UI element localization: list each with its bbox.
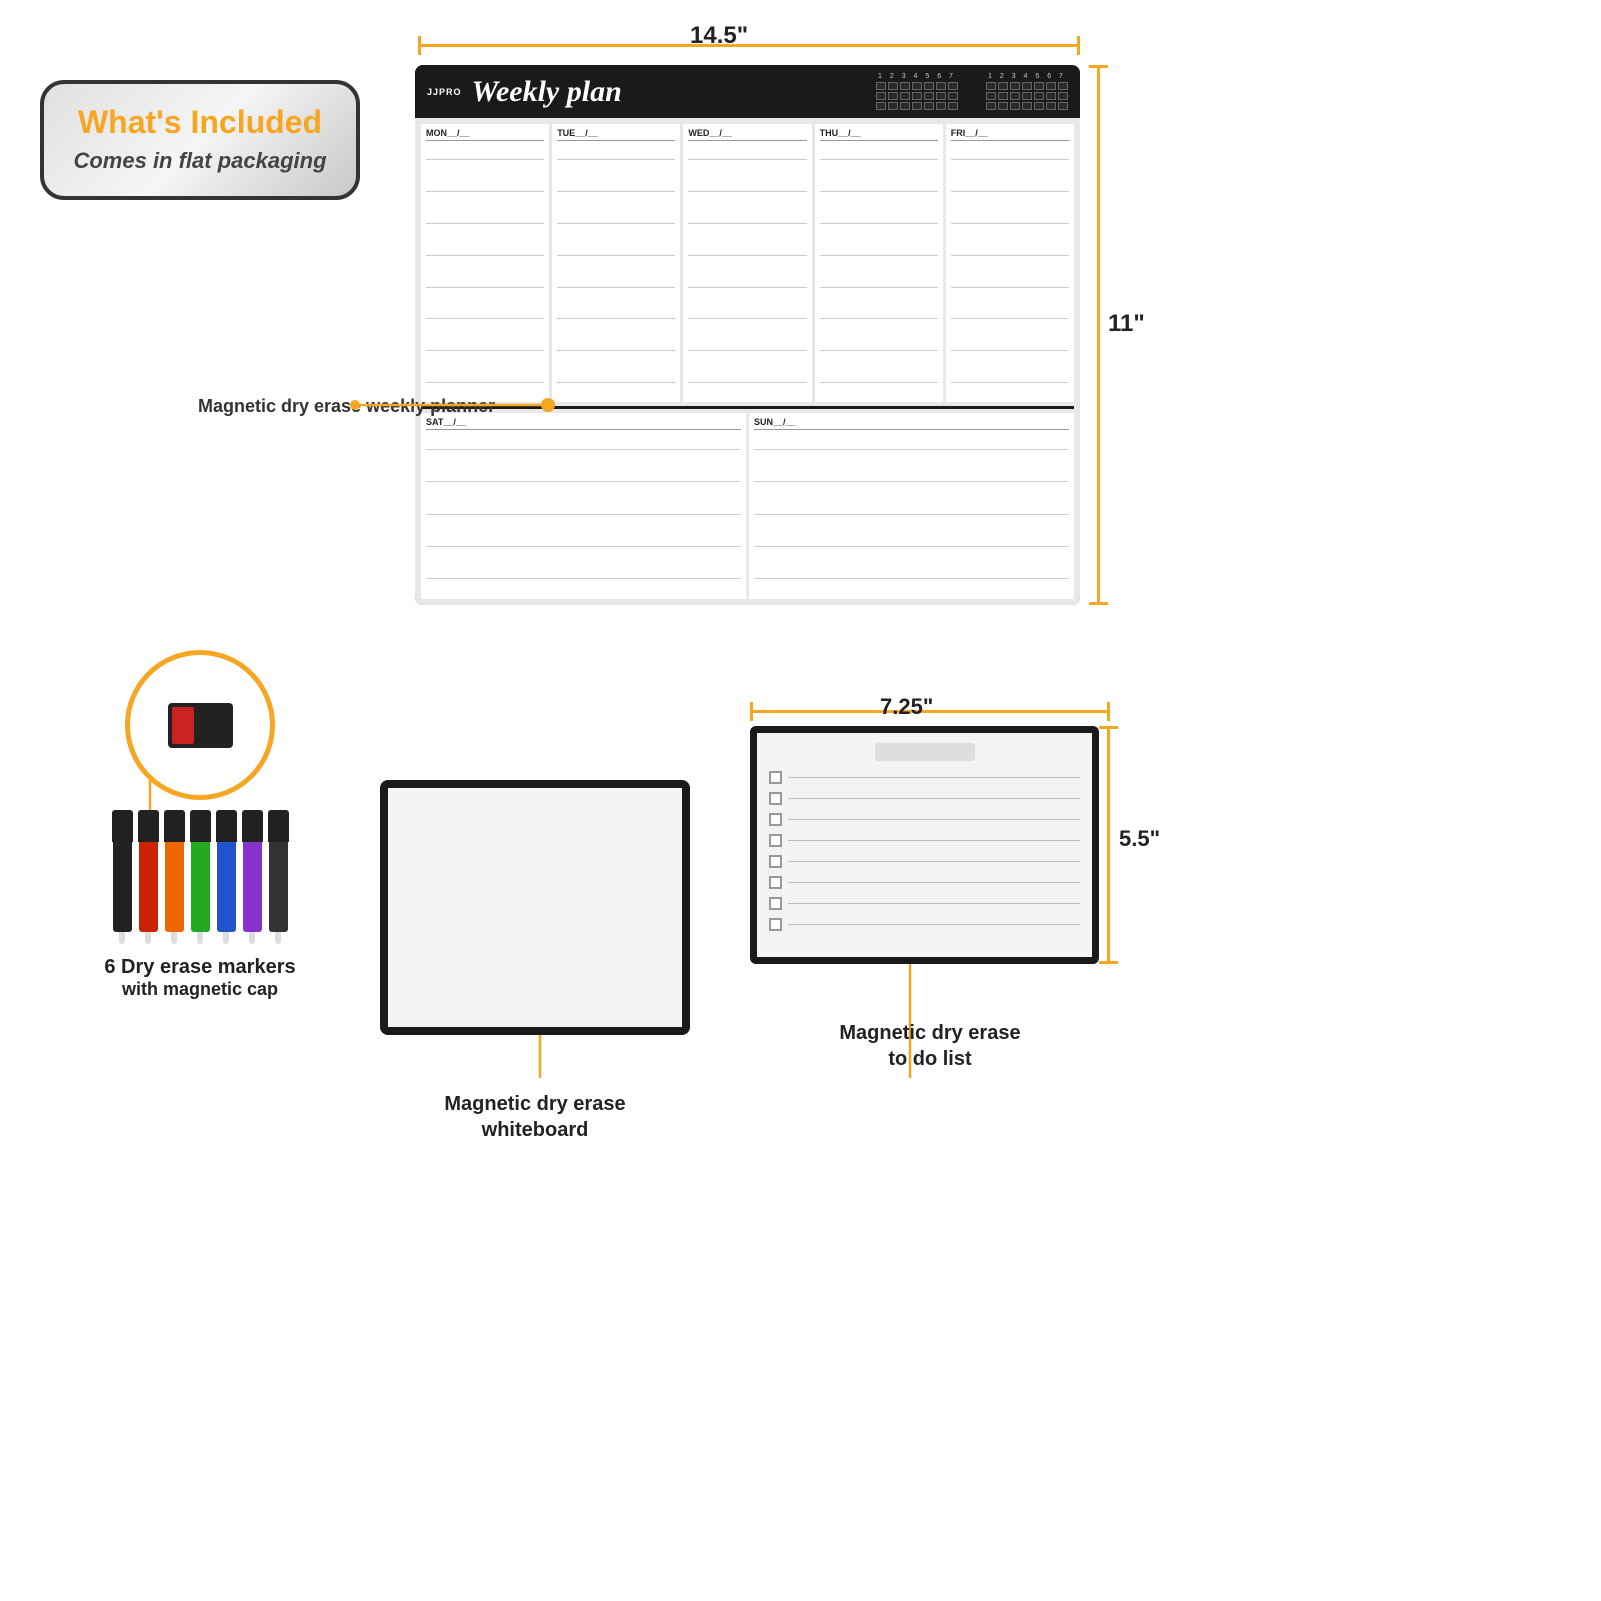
day-col-wed: WED__/__ bbox=[683, 124, 811, 402]
marker-blue bbox=[216, 810, 237, 944]
todo-dim-height: 5.5" bbox=[1107, 726, 1110, 964]
dimension-label-small-height: 5.5" bbox=[1119, 826, 1160, 852]
todo-row bbox=[769, 813, 1080, 826]
todo-rows bbox=[769, 771, 1080, 931]
marker-purple bbox=[242, 810, 263, 944]
planner-bottom-days: SAT__/__ SUN__/__ bbox=[421, 413, 1074, 599]
day-col-sun: SUN__/__ bbox=[749, 413, 1074, 599]
todo-row bbox=[769, 918, 1080, 931]
planner-title: Weekly plan bbox=[472, 75, 868, 109]
markers-label: 6 Dry erase markers with magnetic cap bbox=[50, 956, 350, 1000]
marker-red bbox=[138, 810, 159, 944]
whats-included-title: What's Included bbox=[68, 104, 332, 141]
planner-divider bbox=[421, 406, 1074, 409]
marker-orange bbox=[164, 810, 185, 944]
whiteboard-label: Magnetic dry erase whiteboard bbox=[380, 1091, 690, 1143]
todo-board bbox=[750, 726, 1099, 964]
planner-top-days: MON__/__ TUE__/__ bbox=[421, 124, 1074, 402]
todo-section: 7.25" bbox=[750, 700, 1110, 1072]
day-col-fri: FRI__/__ bbox=[946, 124, 1074, 402]
day-col-sat: SAT__/__ bbox=[421, 413, 746, 599]
eraser-circle bbox=[125, 650, 275, 800]
todo-row bbox=[769, 897, 1080, 910]
planner-pointer-label: Magnetic dry erase weekly planner bbox=[198, 395, 495, 418]
todo-header-bar bbox=[875, 743, 975, 761]
markers-label-sub: with magnetic cap bbox=[50, 979, 350, 1000]
todo-dim-width: 7.25" bbox=[750, 700, 1110, 718]
whats-included-box: What's Included Comes in flat packaging bbox=[40, 80, 360, 200]
todo-row bbox=[769, 834, 1080, 847]
todo-row bbox=[769, 855, 1080, 868]
habit-tracker-2: 1 2 3 4 5 6 7 bbox=[986, 73, 1068, 110]
day-col-thu: THU__/__ bbox=[815, 124, 943, 402]
todo-row bbox=[769, 771, 1080, 784]
eraser-icon bbox=[168, 703, 233, 748]
todo-board-wrapper: 5.5" bbox=[750, 726, 1110, 964]
day-col-tue: TUE__/__ bbox=[552, 124, 680, 402]
todo-row bbox=[769, 876, 1080, 889]
whiteboard-board bbox=[380, 780, 690, 1035]
dimension-label-width: 14.5" bbox=[690, 22, 748, 50]
marker-green bbox=[190, 810, 211, 944]
dimension-line-width bbox=[418, 44, 1080, 47]
marker-black bbox=[112, 810, 133, 944]
whats-included-subtitle: Comes in flat packaging bbox=[68, 147, 332, 176]
whiteboard-section: Magnetic dry erase whiteboard bbox=[380, 780, 690, 1143]
habit-tracker-1: 1 2 3 4 5 6 7 bbox=[876, 73, 958, 110]
weekly-planner-board: JJPRO Weekly plan 1 2 3 4 5 6 7 1 2 3 4 … bbox=[415, 65, 1080, 605]
planner-brand: JJPRO bbox=[427, 87, 462, 97]
markers-section: 6 Dry erase markers with magnetic cap bbox=[50, 650, 350, 1000]
todo-row bbox=[769, 792, 1080, 805]
markers-label-main: 6 Dry erase markers bbox=[50, 956, 350, 979]
dimension-label-small-width: 7.25" bbox=[880, 694, 933, 720]
dimension-label-height: 11" bbox=[1108, 310, 1145, 338]
dimension-line-height bbox=[1097, 65, 1100, 605]
markers-row bbox=[50, 810, 350, 944]
marker-black-2 bbox=[268, 810, 289, 944]
todo-label: Magnetic dry erase to do list bbox=[750, 1020, 1110, 1072]
day-col-mon: MON__/__ bbox=[421, 124, 549, 402]
